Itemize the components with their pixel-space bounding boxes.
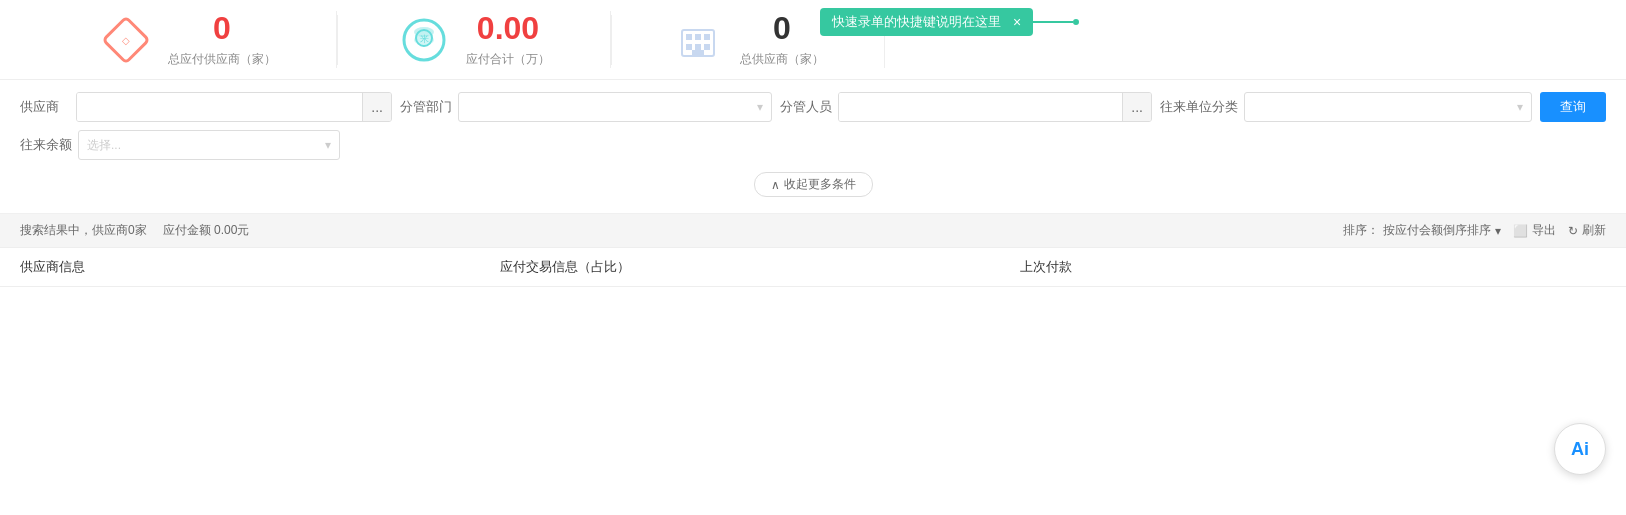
building-icon [672, 14, 724, 66]
total-vendors-label: 总供应商（家） [740, 51, 824, 68]
collapse-up-icon: ∧ [771, 178, 780, 192]
table-body [0, 287, 1626, 515]
payable-amount-label: 应付金额 0.00元 [163, 222, 250, 239]
unit-class-chevron-icon: ▾ [1517, 100, 1523, 114]
col-lastpay-header: 上次付款 [1020, 258, 1606, 276]
tooltip-text: 快速录单的快捷键说明在这里 [832, 13, 1001, 31]
person-input[interactable] [839, 93, 1122, 121]
col-payable-header: 应付交易信息（占比） [500, 258, 1020, 276]
stats-bar: ◇ 0 总应付供应商（家） 米 0.00 应付合计（万） 快速录单的快捷键说明在… [0, 0, 1626, 80]
sort-label: 排序： [1343, 222, 1379, 239]
export-btn[interactable]: ⬜ 导出 [1513, 222, 1556, 239]
svg-rect-10 [704, 34, 710, 40]
svg-rect-9 [695, 34, 701, 40]
payable-total-number: 0.00 [477, 11, 539, 46]
balance-chevron-icon: ▾ [325, 138, 331, 152]
export-icon: ⬜ [1513, 224, 1528, 238]
result-info: 搜索结果中，供应商0家 应付金额 0.00元 [20, 222, 249, 239]
ai-button[interactable]: Ai [1554, 423, 1606, 475]
col-vendor-header: 供应商信息 [20, 258, 500, 276]
result-actions: 排序： 按应付会额倒序排序 ▾ ⬜ 导出 ↻ 刷新 [1343, 222, 1606, 239]
person-dots-btn[interactable]: ... [1122, 93, 1151, 121]
table-header: 供应商信息 应付交易信息（占比） 上次付款 [0, 248, 1626, 287]
unit-class-filter-item: 往来单位分类 ▾ [1160, 92, 1532, 122]
vendor-dots-btn[interactable]: ... [362, 93, 391, 121]
tooltip-bar: 快速录单的快捷键说明在这里 × [820, 8, 1033, 36]
total-vendors-number: 0 [773, 11, 791, 46]
refresh-label: 刷新 [1582, 222, 1606, 239]
balance-select-value: 选择... [87, 137, 121, 154]
vendor-input-wrapper[interactable]: ... [76, 92, 392, 122]
total-payable-vendors-number: 0 [213, 11, 231, 46]
dept-filter-label: 分管部门 [400, 98, 452, 116]
svg-text:米: 米 [420, 34, 429, 44]
result-bar: 搜索结果中，供应商0家 应付金额 0.00元 排序： 按应付会额倒序排序 ▾ ⬜… [0, 214, 1626, 248]
total-payable-vendors-block: ◇ 0 总应付供应商（家） [40, 11, 337, 67]
sort-option: 按应付会额倒序排序 [1383, 222, 1491, 239]
balance-filter-label: 往来余额 [20, 136, 72, 154]
balance-filter-item: 往来余额 选择... ▾ [20, 130, 340, 160]
vendor-input[interactable] [77, 93, 362, 121]
collapse-button[interactable]: ∧ 收起更多条件 [754, 172, 873, 197]
diamond-icon: ◇ [100, 14, 152, 66]
tooltip-close-btn[interactable]: × [1013, 14, 1021, 30]
dept-filter-item: 分管部门 ▾ [400, 92, 772, 122]
person-input-wrapper[interactable]: ... [838, 92, 1152, 122]
unit-class-select[interactable]: ▾ [1244, 92, 1532, 122]
filter-row-1: 供应商 ... 分管部门 ▾ 分管人员 ... 往来单位分类 [20, 92, 1606, 122]
vendor-filter-label: 供应商 [20, 98, 70, 116]
person-filter-item: 分管人员 ... [780, 92, 1152, 122]
svg-rect-8 [686, 34, 692, 40]
dept-chevron-icon: ▾ [757, 100, 763, 114]
total-payable-vendors-info: 0 总应付供应商（家） [168, 11, 276, 67]
coin-icon: 米 [398, 14, 450, 66]
svg-rect-14 [692, 50, 704, 56]
unit-class-filter-label: 往来单位分类 [1160, 98, 1238, 116]
collapse-bar: ∧ 收起更多条件 [20, 168, 1606, 205]
person-filter-label: 分管人员 [780, 98, 832, 116]
svg-text:◇: ◇ [122, 35, 130, 46]
payable-total-info: 0.00 应付合计（万） [466, 11, 550, 67]
vendor-filter-item: 供应商 ... [20, 92, 392, 122]
payable-total-block: 米 0.00 应付合计（万） [338, 11, 611, 67]
svg-rect-11 [686, 44, 692, 50]
total-vendors-info: 0 总供应商（家） [740, 11, 824, 67]
collapse-label: 收起更多条件 [784, 176, 856, 193]
sort-select[interactable]: 排序： 按应付会额倒序排序 ▾ [1343, 222, 1501, 239]
sort-chevron-icon: ▾ [1495, 224, 1501, 238]
payable-total-label: 应付合计（万） [466, 51, 550, 68]
svg-rect-13 [704, 44, 710, 50]
export-label: 导出 [1532, 222, 1556, 239]
query-button[interactable]: 查询 [1540, 92, 1606, 122]
dept-select[interactable]: ▾ [458, 92, 772, 122]
tooltip-dot [1071, 17, 1081, 27]
filter-row-2: 往来余额 选择... ▾ [20, 130, 1606, 160]
refresh-btn[interactable]: ↻ 刷新 [1568, 222, 1606, 239]
refresh-icon: ↻ [1568, 224, 1578, 238]
total-payable-vendors-label: 总应付供应商（家） [168, 51, 276, 68]
vendor-count-label: 搜索结果中，供应商0家 [20, 222, 147, 239]
filter-bar: 供应商 ... 分管部门 ▾ 分管人员 ... 往来单位分类 [0, 80, 1626, 214]
svg-rect-12 [695, 44, 701, 50]
balance-select[interactable]: 选择... ▾ [78, 130, 340, 160]
